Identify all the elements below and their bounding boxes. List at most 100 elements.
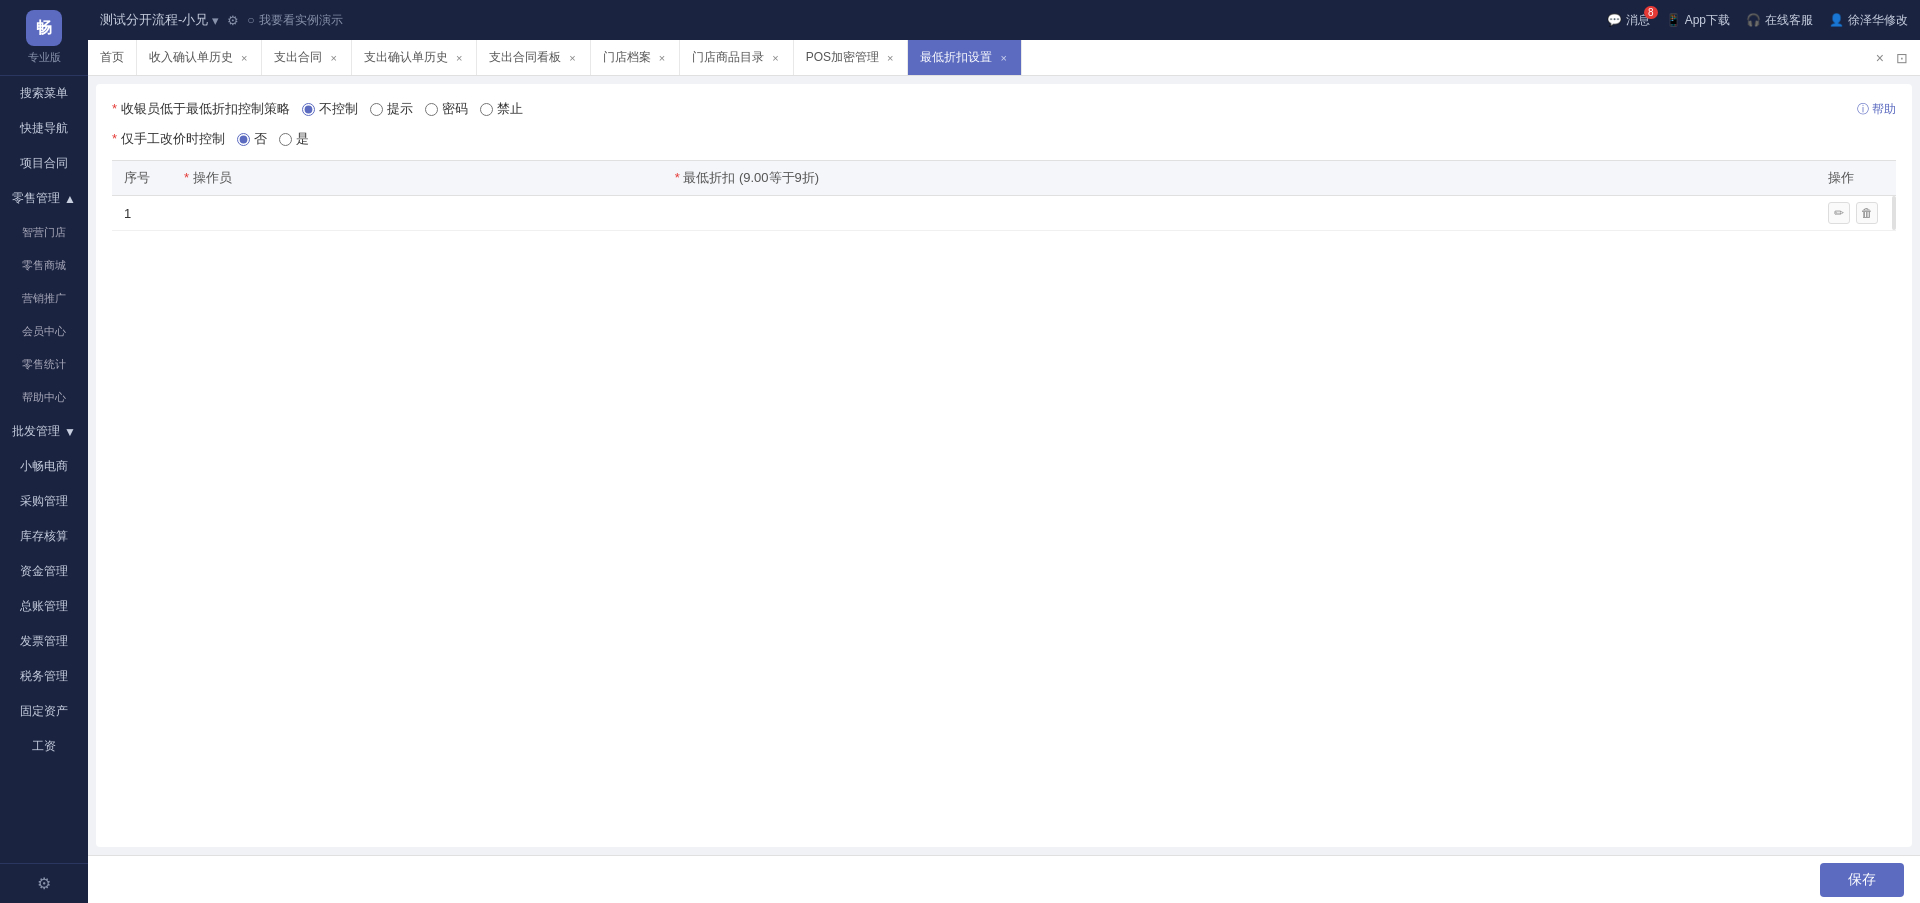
table-body: 1 ✏ 🗑 xyxy=(112,196,1896,231)
online-service-button[interactable]: 🎧 在线客服 xyxy=(1746,12,1813,29)
tab-close-pos-password[interactable]: × xyxy=(885,51,895,65)
tab-close-payment-contract[interactable]: × xyxy=(328,51,338,65)
sidebar-item-fixed-assets[interactable]: 固定资产 xyxy=(0,694,88,729)
tab-expand-button[interactable]: ⊡ xyxy=(1892,48,1912,68)
message-button[interactable]: 💬 消息 8 xyxy=(1607,12,1650,29)
sidebar-item-salary[interactable]: 工资 xyxy=(0,729,88,764)
strategy-radio-prompt[interactable] xyxy=(370,103,383,116)
strategy-radio-group: 不控制 提示 密码 禁止 xyxy=(302,100,523,118)
online-service-icon: 🎧 xyxy=(1746,13,1761,27)
sidebar-item-marketing[interactable]: 营销推广 xyxy=(0,282,88,315)
tab-close-store-files[interactable]: × xyxy=(657,51,667,65)
sidebar-item-ecommerce[interactable]: 小畅电商 xyxy=(0,449,88,484)
sidebar-item-shortcut[interactable]: 快捷导航 xyxy=(0,111,88,146)
app-logo-icon: 畅 xyxy=(26,10,62,46)
help-circle-icon: ⓘ xyxy=(1857,101,1869,118)
manual-price-option-no[interactable]: 否 xyxy=(237,130,267,148)
tabbar: 首页 收入确认单历史 × 支出合同 × 支出确认单历史 × 支出合同看板 × 门… xyxy=(88,40,1920,76)
main-wrapper: 测试分开流程-小兄 ▾ ⚙ ○ 我要看实例演示 💬 消息 8 📱 App下载 🎧… xyxy=(88,0,1920,903)
row-delete-button[interactable]: 🗑 xyxy=(1856,202,1878,224)
sidebar-nav-list: 搜索菜单 快捷导航 项目合同 零售管理 ▲ 智营门店 零售商城 营销推广 会员中… xyxy=(0,76,88,764)
sidebar-item-retail-stats[interactable]: 零售统计 xyxy=(0,348,88,381)
sidebar-item-tax[interactable]: 税务管理 xyxy=(0,659,88,694)
table-container: 序号 * 操作员 * 最低折扣 (9.00等于9折) 操作 xyxy=(112,160,1896,231)
sidebar-item-ledger[interactable]: 总账管理 xyxy=(0,589,88,624)
table-scrollbar[interactable] xyxy=(1892,196,1896,230)
sidebar-item-member-center[interactable]: 会员中心 xyxy=(0,315,88,348)
tab-close-store-products[interactable]: × xyxy=(770,51,780,65)
th-seq: 序号 xyxy=(112,161,172,196)
strategy-radio-forbid[interactable] xyxy=(480,103,493,116)
sidebar-item-finance[interactable]: 资金管理 xyxy=(0,554,88,589)
strategy-radio-none[interactable] xyxy=(302,103,315,116)
app-download-button[interactable]: 📱 App下载 xyxy=(1666,12,1730,29)
tab-payment-board[interactable]: 支出合同看板 × xyxy=(477,40,590,76)
sidebar-item-inventory[interactable]: 库存核算 xyxy=(0,519,88,554)
topbar-settings-icon[interactable]: ⚙ xyxy=(227,13,239,28)
tab-close-payment-confirm-history[interactable]: × xyxy=(454,51,464,65)
sidebar-item-wholesale[interactable]: 批发管理 ▼ xyxy=(0,414,88,449)
tab-income-history[interactable]: 收入确认单历史 × xyxy=(137,40,262,76)
page-footer: 保存 xyxy=(88,855,1920,903)
app-version-label: 专业版 xyxy=(28,50,61,65)
strategy-option-none[interactable]: 不控制 xyxy=(302,100,358,118)
th-actions: 操作 xyxy=(1816,161,1896,196)
sidebar-logo: 畅 专业版 xyxy=(0,0,88,76)
manual-price-option-yes[interactable]: 是 xyxy=(279,130,309,148)
strategy-label: * 收银员低于最低折扣控制策略 xyxy=(112,100,290,118)
discount-table: 序号 * 操作员 * 最低折扣 (9.00等于9折) 操作 xyxy=(112,160,1896,231)
sidebar-item-retail-management[interactable]: 零售管理 ▲ xyxy=(0,181,88,216)
project-name: 测试分开流程-小兄 xyxy=(100,11,208,29)
tab-min-discount[interactable]: 最低折扣设置 × xyxy=(908,40,1021,76)
demo-link[interactable]: ○ 我要看实例演示 xyxy=(247,12,342,29)
strategy-required-mark: * xyxy=(112,101,121,116)
sidebar-item-purchase[interactable]: 采购管理 xyxy=(0,484,88,519)
page-content: * 收银员低于最低折扣控制策略 不控制 提示 密码 xyxy=(88,76,1920,855)
strategy-form-section: * 收银员低于最低折扣控制策略 不控制 提示 密码 xyxy=(112,100,1896,118)
sidebar-item-smart-store[interactable]: 智营门店 xyxy=(0,216,88,249)
message-badge: 8 xyxy=(1644,6,1658,19)
manual-price-radio-no[interactable] xyxy=(237,133,250,146)
tab-close-min-discount[interactable]: × xyxy=(998,51,1008,65)
tab-payment-contract[interactable]: 支出合同 × xyxy=(262,40,351,76)
tab-payment-confirm-history[interactable]: 支出确认单历史 × xyxy=(352,40,477,76)
strategy-radio-password[interactable] xyxy=(425,103,438,116)
expand-arrow-icon: ▲ xyxy=(64,192,76,206)
cell-actions: ✏ 🗑 xyxy=(1816,196,1896,231)
strategy-option-prompt[interactable]: 提示 xyxy=(370,100,413,118)
tab-close-payment-board[interactable]: × xyxy=(567,51,577,65)
tab-close-all-button[interactable]: × xyxy=(1872,48,1888,68)
help-link[interactable]: ⓘ 帮助 xyxy=(1857,101,1896,118)
tabbar-controls: × ⊡ xyxy=(1864,48,1920,68)
strategy-option-password[interactable]: 密码 xyxy=(425,100,468,118)
tab-pos-password[interactable]: POS加密管理 × xyxy=(794,40,909,76)
tab-store-products[interactable]: 门店商品目录 × xyxy=(680,40,793,76)
project-selector[interactable]: 测试分开流程-小兄 ▾ xyxy=(100,11,219,29)
user-profile-button[interactable]: 👤 徐泽华修改 xyxy=(1829,12,1908,29)
cell-seq: 1 xyxy=(112,196,172,231)
strategy-option-forbid[interactable]: 禁止 xyxy=(480,100,523,118)
sidebar-item-retail-mall[interactable]: 零售商城 xyxy=(0,249,88,282)
manual-price-form-section: * 仅手工改价时控制 否 是 xyxy=(112,130,1896,148)
tab-store-files[interactable]: 门店档案 × xyxy=(591,40,680,76)
th-operator: * 操作员 xyxy=(172,161,663,196)
sidebar-item-project-contract[interactable]: 项目合同 xyxy=(0,146,88,181)
topbar: 测试分开流程-小兄 ▾ ⚙ ○ 我要看实例演示 💬 消息 8 📱 App下载 🎧… xyxy=(88,0,1920,40)
topbar-left: 测试分开流程-小兄 ▾ ⚙ ○ 我要看实例演示 xyxy=(100,11,343,29)
table-header: 序号 * 操作员 * 最低折扣 (9.00等于9折) 操作 xyxy=(112,161,1896,196)
save-button[interactable]: 保存 xyxy=(1820,863,1904,897)
sidebar-item-search[interactable]: 搜索菜单 xyxy=(0,76,88,111)
wholesale-arrow-icon: ▼ xyxy=(64,425,76,439)
user-avatar-icon: 👤 xyxy=(1829,13,1844,27)
message-icon: 💬 xyxy=(1607,13,1622,27)
sidebar-item-help-center[interactable]: 帮助中心 xyxy=(0,381,88,414)
manual-price-radio-yes[interactable] xyxy=(279,133,292,146)
row-edit-button[interactable]: ✏ xyxy=(1828,202,1850,224)
app-download-icon: 📱 xyxy=(1666,13,1681,27)
sidebar-settings[interactable]: ⚙ xyxy=(0,863,88,903)
content-panel: * 收银员低于最低折扣控制策略 不控制 提示 密码 xyxy=(96,84,1912,847)
sidebar-item-invoice[interactable]: 发票管理 xyxy=(0,624,88,659)
tab-home[interactable]: 首页 xyxy=(88,40,137,76)
settings-icon[interactable]: ⚙ xyxy=(37,874,51,893)
tab-close-income-history[interactable]: × xyxy=(239,51,249,65)
